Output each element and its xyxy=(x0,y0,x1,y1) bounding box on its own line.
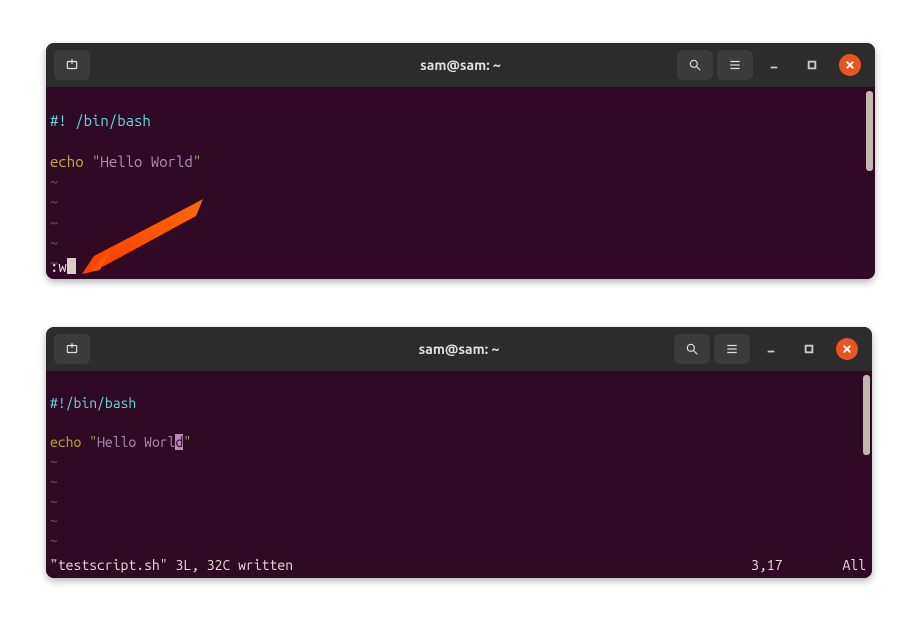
string-hello-pre: Hello Worl xyxy=(97,434,175,450)
new-tab-icon xyxy=(65,58,79,72)
hamburger-icon xyxy=(725,342,739,356)
maximize-icon xyxy=(807,60,817,70)
search-button[interactable] xyxy=(674,334,710,364)
search-icon xyxy=(688,58,702,72)
minimize-button[interactable] xyxy=(760,338,782,360)
new-tab-button[interactable] xyxy=(54,334,90,364)
scroll-position: All xyxy=(842,556,866,576)
close-icon xyxy=(842,344,852,354)
terminal-content: #!/bin/bash echo "Hello World" ~ ~ ~ ~ ~… xyxy=(50,374,862,578)
vim-tilde: ~ xyxy=(50,453,58,469)
maximize-button[interactable] xyxy=(801,54,823,76)
scrollbar[interactable] xyxy=(866,91,873,171)
vim-command-line[interactable]: :w xyxy=(50,257,869,277)
quote-open: " xyxy=(89,434,97,450)
search-icon xyxy=(685,342,699,356)
vim-tilde: ~ xyxy=(50,473,58,489)
new-tab-button[interactable] xyxy=(54,50,90,80)
minimize-icon xyxy=(766,344,776,354)
maximize-icon xyxy=(804,344,814,354)
terminal-window-1: sam@sam: ~ #! /bin/bash echo "Hello Worl… xyxy=(46,43,875,279)
vim-tilde: ~ xyxy=(50,214,58,231)
minimize-button[interactable] xyxy=(763,54,785,76)
new-tab-icon xyxy=(65,342,79,356)
hamburger-icon xyxy=(728,58,742,72)
close-button[interactable] xyxy=(836,338,858,360)
string-hello: Hello World xyxy=(100,153,192,170)
shebang-path: /bin/bash xyxy=(66,395,137,411)
vim-tilde: ~ xyxy=(50,493,58,509)
menu-button[interactable] xyxy=(717,50,753,80)
echo-keyword: echo xyxy=(50,434,81,450)
cursor-position: 3,17 xyxy=(751,556,782,576)
echo-keyword: echo xyxy=(50,153,84,170)
close-icon xyxy=(845,60,855,70)
menu-button[interactable] xyxy=(714,334,750,364)
quote-close: " xyxy=(193,153,201,170)
terminal-body[interactable]: #!/bin/bash echo "Hello World" ~ ~ ~ ~ ~… xyxy=(46,371,872,578)
close-button[interactable] xyxy=(839,54,861,76)
vim-tilde: ~ xyxy=(50,532,58,548)
vim-tilde: ~ xyxy=(50,234,58,251)
terminal-body[interactable]: #! /bin/bash echo "Hello World" ~ ~ ~ ~ … xyxy=(46,87,875,279)
shebang-path: /bin/bash xyxy=(75,112,151,129)
window-title: sam@sam: ~ xyxy=(419,341,500,357)
shebang-marker: #! xyxy=(50,395,66,411)
minimize-icon xyxy=(769,60,779,70)
vim-tilde: ~ xyxy=(50,512,58,528)
terminal-window-2: sam@sam: ~ #!/bin/bash echo "Hello World… xyxy=(46,327,872,578)
titlebar[interactable]: sam@sam: ~ xyxy=(46,43,875,87)
shebang-marker: #! xyxy=(50,112,75,129)
titlebar[interactable]: sam@sam: ~ xyxy=(46,327,872,371)
vim-tilde: ~ xyxy=(50,193,58,210)
cursor xyxy=(67,258,76,274)
search-button[interactable] xyxy=(677,50,713,80)
status-message: "testscript.sh" 3L, 32C written xyxy=(50,556,293,576)
vim-status-line: "testscript.sh" 3L, 32C written 3,17 All xyxy=(50,556,866,576)
scrollbar[interactable] xyxy=(863,375,870,455)
vim-command-text: w xyxy=(58,258,66,275)
vim-tilde: ~ xyxy=(50,173,58,190)
maximize-button[interactable] xyxy=(798,338,820,360)
window-title: sam@sam: ~ xyxy=(420,57,501,73)
quote-close: " xyxy=(183,434,191,450)
terminal-content: #! /bin/bash echo "Hello World" ~ ~ ~ ~ … xyxy=(50,91,865,279)
